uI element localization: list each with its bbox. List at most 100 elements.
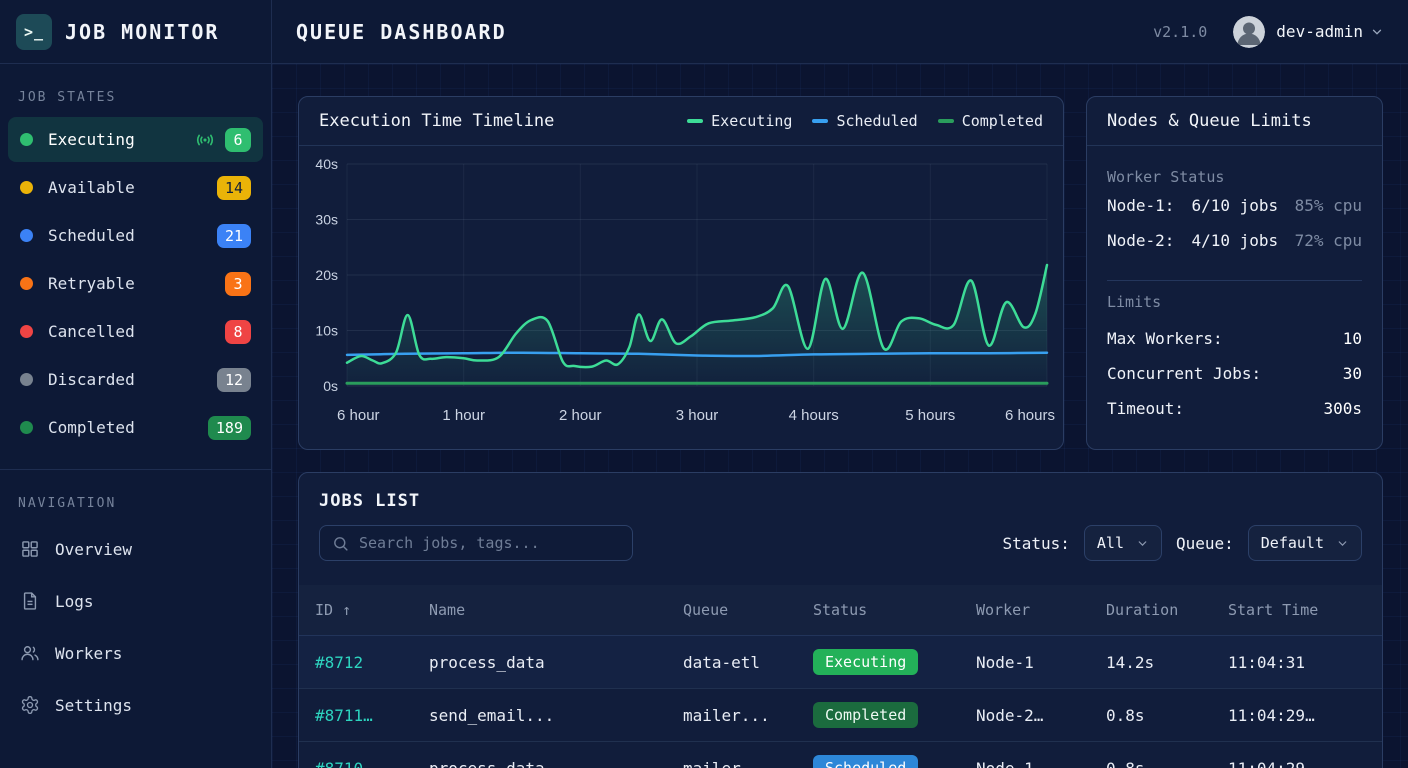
chart-legend: Executing Scheduled Completed — [687, 112, 1043, 130]
job-states-section-label: JOB STATES — [18, 90, 117, 105]
sidebar-state-retryable[interactable]: Retryable 3 — [8, 261, 263, 306]
svg-text:0s: 0s — [323, 378, 338, 394]
status-badge: Scheduled — [813, 755, 919, 768]
job-start-time: 11:04:31 — [1228, 652, 1306, 672]
column-queue[interactable]: Queue — [667, 585, 797, 636]
svg-text:4 hours: 4 hours — [789, 407, 839, 424]
chevron-down-icon[interactable] — [1370, 25, 1384, 39]
chevron-down-icon — [1338, 540, 1347, 546]
job-queue: data-etl — [683, 652, 761, 672]
people-icon — [21, 646, 39, 661]
timeline-title: Execution Time Timeline — [319, 111, 555, 131]
limit-value: 10 — [1342, 329, 1362, 348]
job-id-link[interactable]: #8712 — [299, 636, 413, 689]
legend-executing[interactable]: Executing — [687, 112, 792, 130]
jobs-table: ID ↑ Name Queue Status Worker Duration S… — [299, 585, 1382, 768]
main-area: QUEUE DASHBOARD v2.1.0 dev-admin Executi… — [272, 0, 1408, 768]
sidebar-state-discarded[interactable]: Discarded 12 — [8, 357, 263, 402]
legend-dash-icon — [687, 119, 704, 123]
limit-label: Timeout: — [1107, 399, 1185, 418]
state-label: Scheduled — [48, 226, 135, 245]
state-count-badge: 12 — [216, 367, 251, 392]
node-2-status-row: Node-2: 4/10 jobs 72% cpu — [1107, 231, 1362, 266]
document-icon — [23, 592, 37, 610]
page-title: QUEUE DASHBOARD — [296, 19, 507, 44]
column-name[interactable]: Name — [413, 585, 667, 636]
queue-filter-label: Queue: — [1175, 533, 1234, 553]
cancelled-dot-icon — [20, 325, 33, 338]
queue-filter-select[interactable]: Default — [1247, 525, 1362, 561]
sidebar-state-available[interactable]: Available 14 — [8, 165, 263, 210]
job-queue: mailer... — [683, 705, 770, 725]
table-row[interactable]: #8711… send_email... mailer... Completed… — [299, 688, 1382, 742]
username-label[interactable]: dev-admin — [1276, 22, 1363, 41]
node-1-status-row: Node-1: 6/10 jobs 85% cpu — [1107, 196, 1362, 231]
version-label: v2.1.0 — [1153, 22, 1208, 41]
table-row[interactable]: #8710 process_data mailer Scheduled Node… — [299, 741, 1382, 768]
limit-label: Max Workers: — [1107, 329, 1223, 348]
sidebar-state-scheduled[interactable]: Scheduled 21 — [8, 213, 263, 258]
sidebar-item-workers[interactable]: Workers — [8, 630, 263, 676]
timeline-chart: 0s 10s 20s 30s 40s 6 hour 1 hour 2 hour 3 hour 4 … — [299, 146, 1063, 449]
legend-scheduled[interactable]: Scheduled — [812, 112, 918, 130]
column-id-sort[interactable]: ID ↑ — [299, 585, 413, 636]
available-dot-icon — [20, 181, 33, 194]
limits-label: Limits — [1107, 293, 1162, 311]
job-start-time: 11:04:29 — [1228, 758, 1306, 768]
job-start-time: 11:04:29… — [1228, 705, 1315, 725]
state-count-badge: 6 — [225, 127, 251, 152]
job-duration: 0.8s — [1106, 705, 1145, 725]
nodes-panel-title: Nodes & Queue Limits — [1107, 111, 1312, 131]
table-row[interactable]: #8712 process_data data-etl Executing No… — [299, 635, 1382, 689]
node-cpu: 72% cpu — [1294, 231, 1362, 250]
state-count-badge: 189 — [207, 415, 251, 440]
node-name: Node-2: — [1107, 231, 1175, 250]
sidebar-item-logs[interactable]: Logs — [8, 578, 263, 624]
svg-text:2 hour: 2 hour — [559, 407, 602, 424]
search-input[interactable] — [359, 534, 620, 552]
job-queue: mailer — [683, 758, 741, 768]
avatar[interactable] — [1233, 15, 1266, 48]
search-box — [319, 525, 633, 561]
node-jobs: 4/10 jobs — [1191, 231, 1279, 250]
sidebar-state-cancelled[interactable]: Cancelled 8 — [8, 309, 263, 354]
sidebar-state-completed[interactable]: Completed 189 — [8, 405, 263, 450]
max-workers-row: Max Workers: 10 — [1107, 321, 1362, 356]
column-status[interactable]: Status — [797, 585, 960, 636]
retryable-dot-icon — [20, 277, 33, 290]
job-name: send_email... — [429, 705, 555, 725]
limit-value: 30 — [1342, 364, 1362, 383]
state-label: Available — [48, 178, 135, 197]
legend-dash-icon — [812, 119, 829, 123]
status-filter-label: Status: — [1002, 533, 1070, 553]
legend-completed[interactable]: Completed — [937, 112, 1043, 130]
node-jobs: 6/10 jobs — [1191, 196, 1279, 215]
svg-text:20s: 20s — [315, 267, 338, 283]
svg-text:5 hours: 5 hours — [905, 407, 955, 424]
sidebar-item-settings[interactable]: Settings — [8, 682, 263, 728]
timeout-row: Timeout: 300s — [1107, 391, 1362, 426]
state-label: Completed — [48, 418, 135, 437]
legend-dash-icon — [937, 119, 954, 123]
job-worker: Node-2… — [976, 705, 1044, 725]
worker-status-label: Worker Status — [1107, 168, 1225, 186]
sidebar-item-overview[interactable]: Overview — [8, 526, 263, 572]
job-id-link[interactable]: #8710 — [299, 742, 413, 768]
legend-label: Executing — [711, 112, 793, 130]
search-icon — [334, 536, 348, 551]
column-start-time[interactable]: Start Time — [1212, 585, 1382, 636]
job-id-link[interactable]: #8711… — [299, 689, 413, 742]
concurrent-jobs-row: Concurrent Jobs: 30 — [1107, 356, 1362, 391]
legend-label: Scheduled — [836, 112, 918, 130]
sidebar: >_ JOB MONITOR JOB STATES Executing 6 Av… — [0, 0, 272, 768]
column-duration[interactable]: Duration — [1090, 585, 1212, 636]
job-worker: Node-1 — [976, 652, 1034, 672]
nav-label: Workers — [55, 643, 123, 663]
column-worker[interactable]: Worker — [960, 585, 1090, 636]
status-badge: Completed — [813, 702, 919, 728]
status-filter-value: All — [1096, 534, 1124, 552]
jobs-table-header: ID ↑ Name Queue Status Worker Duration S… — [299, 585, 1382, 636]
status-filter-select[interactable]: All — [1083, 525, 1162, 561]
state-count-badge: 21 — [216, 223, 251, 248]
sidebar-state-executing[interactable]: Executing 6 — [8, 117, 263, 162]
